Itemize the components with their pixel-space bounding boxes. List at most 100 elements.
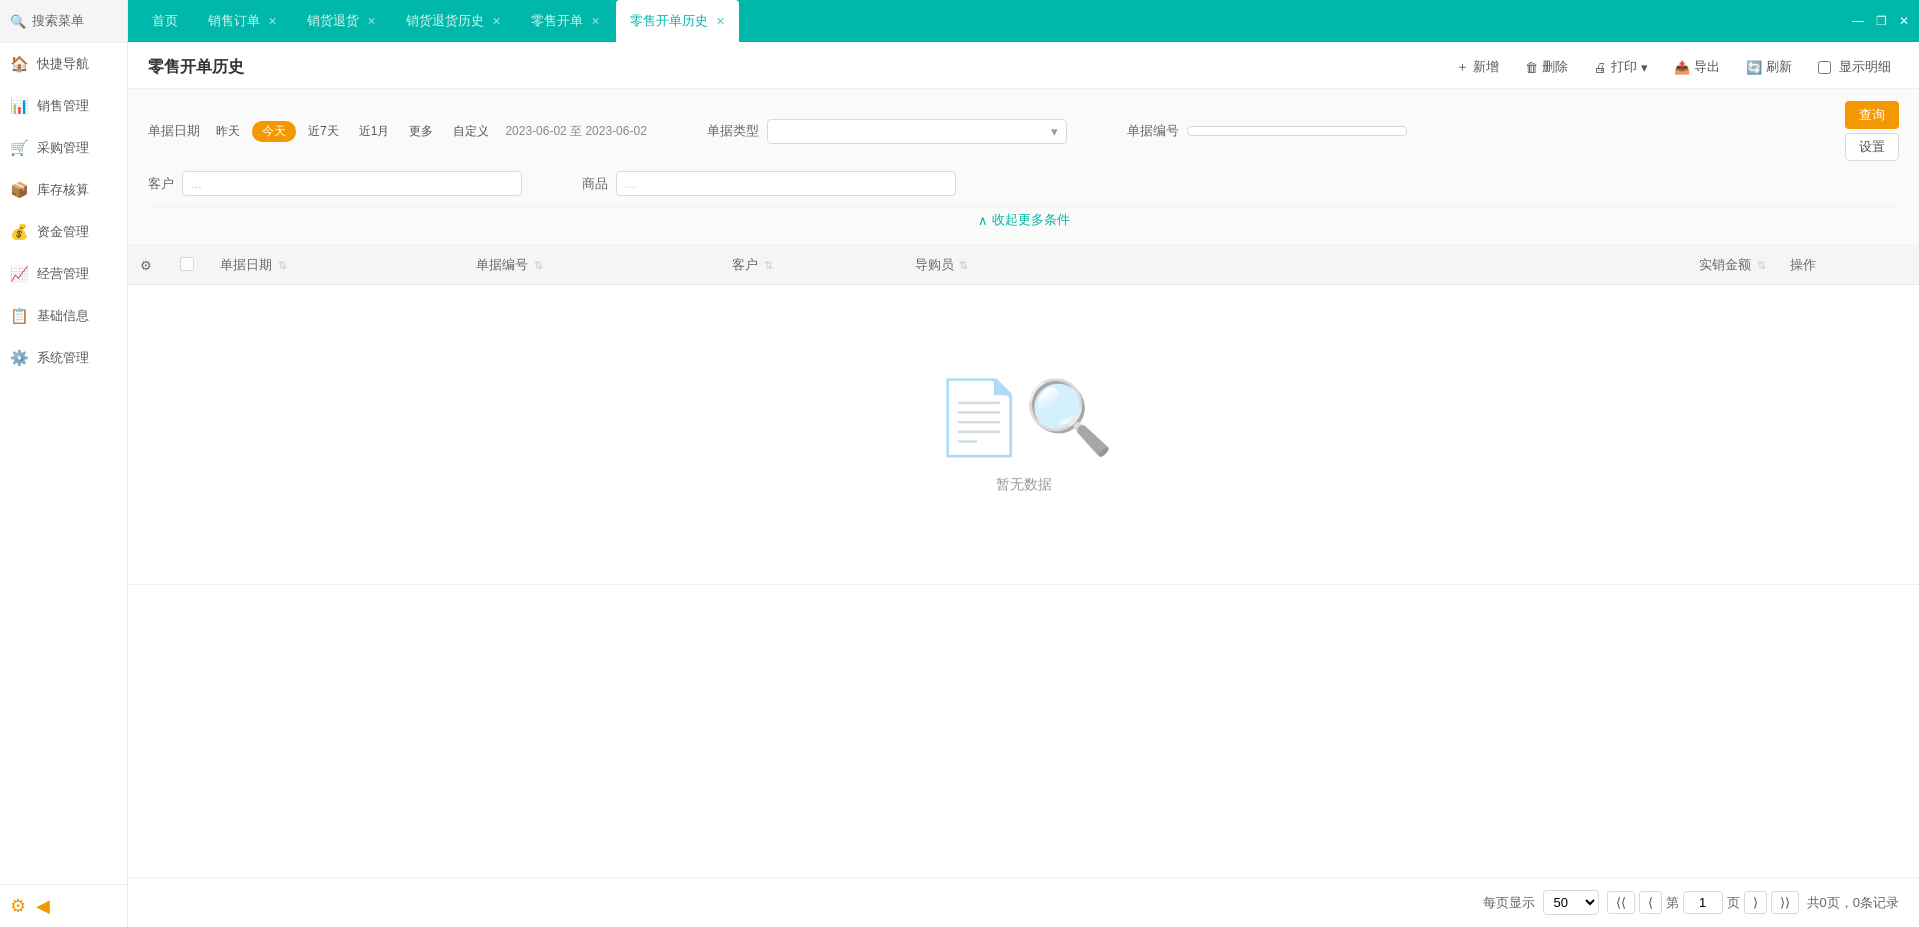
page-prefix-label: 第 bbox=[1666, 894, 1679, 912]
tab-retail-history[interactable]: 零售开单历史 ✕ bbox=[616, 0, 739, 42]
empty-state: 📄🔍 暂无数据 bbox=[140, 295, 1907, 574]
sidebar-item-system[interactable]: ⚙️ 系统管理 bbox=[0, 337, 127, 379]
sort-guide-icon[interactable]: ⇅ bbox=[959, 259, 968, 271]
page-suffix-label: 页 bbox=[1727, 894, 1740, 912]
sort-actual-amount-icon[interactable]: ⇅ bbox=[1757, 259, 1766, 271]
collapse-more-button[interactable]: ∧ 收起更多条件 bbox=[978, 211, 1070, 229]
settings-button[interactable]: 设置 bbox=[1845, 133, 1899, 161]
date-btn-today[interactable]: 今天 bbox=[252, 121, 296, 142]
sidebar: 🔍 搜索菜单 🏠 快捷导航 📊 销售管理 🛒 采购管理 📦 库存核算 💰 资金管… bbox=[0, 0, 128, 927]
date-filter: 单据日期 昨天 今天 近7天 近1月 更多 自定义 2023-06-02 至 2… bbox=[148, 121, 647, 142]
tab-retail-open-label: 零售开单 bbox=[531, 12, 583, 30]
export-label: 导出 bbox=[1694, 58, 1720, 76]
minimize-button[interactable]: — bbox=[1852, 14, 1864, 28]
sort-date-icon[interactable]: ⇅ bbox=[278, 259, 287, 271]
add-button[interactable]: ＋ 新增 bbox=[1448, 54, 1507, 80]
tab-retail-open-close[interactable]: ✕ bbox=[591, 15, 600, 28]
th-operation: 操作 bbox=[1778, 246, 1919, 285]
first-page-button[interactable]: ⟨⟨ bbox=[1607, 891, 1635, 914]
page-header: 零售开单历史 ＋ 新增 🗑 删除 🖨 打印 ▾ 📤 导出 bbox=[128, 42, 1919, 89]
next-page-button[interactable]: ⟩ bbox=[1744, 891, 1767, 914]
tab-home[interactable]: 首页 bbox=[138, 0, 192, 42]
tab-sales-return-close[interactable]: ✕ bbox=[367, 15, 376, 28]
print-dropdown-icon[interactable]: ▾ bbox=[1641, 60, 1648, 75]
restore-button[interactable]: ❐ bbox=[1876, 14, 1887, 28]
header-actions: ＋ 新增 🗑 删除 🖨 打印 ▾ 📤 导出 🔄 bbox=[1448, 54, 1899, 80]
sales-icon: 📊 bbox=[10, 97, 29, 115]
collapse-sidebar-button[interactable]: ◀ bbox=[36, 895, 50, 917]
th-actual-amount-label: 实销金额 bbox=[1699, 257, 1751, 272]
table-header: ⚙ 单据日期 ⇅ 单据编号 ⇅ bbox=[128, 246, 1919, 285]
th-date: 单据日期 ⇅ bbox=[208, 246, 464, 285]
sidebar-item-sales-mgmt[interactable]: 📊 销售管理 bbox=[0, 85, 127, 127]
th-actual-amount: 实销金额 ⇅ bbox=[1522, 246, 1778, 285]
per-page-select[interactable]: 50 10 20 100 bbox=[1543, 890, 1599, 915]
tab-sales-order[interactable]: 销售订单 ✕ bbox=[194, 0, 291, 42]
sidebar-item-label: 库存核算 bbox=[37, 181, 89, 199]
order-no-input[interactable] bbox=[1187, 126, 1407, 136]
empty-state-row: 📄🔍 暂无数据 bbox=[128, 285, 1919, 585]
sidebar-item-operations[interactable]: 📈 经营管理 bbox=[0, 253, 127, 295]
order-type-select[interactable]: ▾ bbox=[767, 119, 1067, 144]
delete-label: 删除 bbox=[1542, 58, 1568, 76]
filter-row-1: 单据日期 昨天 今天 近7天 近1月 更多 自定义 2023-06-02 至 2… bbox=[148, 101, 1899, 161]
product-input[interactable]: ... bbox=[616, 171, 956, 196]
refresh-icon: 🔄 bbox=[1746, 60, 1762, 75]
tab-home-label: 首页 bbox=[152, 12, 178, 30]
customer-label: 客户 bbox=[148, 175, 174, 193]
date-btn-yesterday[interactable]: 昨天 bbox=[208, 121, 248, 142]
content-area: 零售开单历史 ＋ 新增 🗑 删除 🖨 打印 ▾ 📤 导出 bbox=[128, 42, 1919, 927]
query-button[interactable]: 查询 bbox=[1845, 101, 1899, 129]
th-settings: ⚙ bbox=[128, 246, 168, 285]
last-page-button[interactable]: ⟩⟩ bbox=[1771, 891, 1799, 914]
tab-sales-return-history[interactable]: 销货退货历史 ✕ bbox=[392, 0, 515, 42]
date-btn-more[interactable]: 更多 bbox=[401, 121, 441, 142]
date-btn-last7[interactable]: 近7天 bbox=[300, 121, 347, 142]
sidebar-item-label: 经营管理 bbox=[37, 265, 89, 283]
table-settings-icon[interactable]: ⚙ bbox=[140, 258, 152, 273]
collapse-row: ∧ 收起更多条件 bbox=[148, 206, 1899, 233]
th-order-no-label: 单据编号 bbox=[476, 257, 528, 272]
sort-order-no-icon[interactable]: ⇅ bbox=[534, 259, 543, 271]
tab-sales-return[interactable]: 销货退货 ✕ bbox=[293, 0, 390, 42]
print-button[interactable]: 🖨 打印 ▾ bbox=[1586, 54, 1656, 80]
display-detail-toggle[interactable]: 显示明细 bbox=[1810, 54, 1899, 80]
close-button[interactable]: ✕ bbox=[1899, 14, 1909, 28]
delete-button[interactable]: 🗑 删除 bbox=[1517, 54, 1576, 80]
date-shortcuts: 昨天 今天 近7天 近1月 更多 自定义 bbox=[208, 121, 497, 142]
sidebar-item-basic-info[interactable]: 📋 基础信息 bbox=[0, 295, 127, 337]
settings-bottom-button[interactable]: ⚙ bbox=[10, 895, 26, 917]
th-customer: 客户 ⇅ bbox=[720, 246, 903, 285]
refresh-button[interactable]: 🔄 刷新 bbox=[1738, 54, 1800, 80]
page-title: 零售开单历史 bbox=[148, 57, 244, 78]
date-btn-last-month[interactable]: 近1月 bbox=[351, 121, 398, 142]
customer-input[interactable]: ... bbox=[182, 171, 522, 196]
sort-customer-icon[interactable]: ⇅ bbox=[764, 259, 773, 271]
main-area: 首页 销售订单 ✕ 销货退货 ✕ 销货退货历史 ✕ 零售开单 ✕ 零售开单历史 … bbox=[128, 0, 1919, 927]
export-button[interactable]: 📤 导出 bbox=[1666, 54, 1728, 80]
sidebar-search-label: 搜索菜单 bbox=[32, 12, 84, 30]
sidebar-item-finance[interactable]: 💰 资金管理 bbox=[0, 211, 127, 253]
prev-page-button[interactable]: ⟨ bbox=[1639, 891, 1662, 914]
date-label: 单据日期 bbox=[148, 122, 200, 140]
sidebar-search[interactable]: 🔍 搜索菜单 bbox=[0, 0, 127, 43]
sidebar-item-label: 资金管理 bbox=[37, 223, 89, 241]
display-detail-checkbox[interactable] bbox=[1818, 61, 1831, 74]
data-table: ⚙ 单据日期 ⇅ 单据编号 ⇅ bbox=[128, 246, 1919, 585]
sidebar-item-inventory[interactable]: 📦 库存核算 bbox=[0, 169, 127, 211]
date-btn-custom[interactable]: 自定义 bbox=[445, 121, 497, 142]
tab-retail-history-close[interactable]: ✕ bbox=[716, 15, 725, 28]
tab-sales-return-history-close[interactable]: ✕ bbox=[492, 15, 501, 28]
per-page-label: 每页显示 bbox=[1483, 894, 1535, 912]
order-type-label: 单据类型 bbox=[707, 122, 759, 140]
page-number-input[interactable] bbox=[1683, 891, 1723, 914]
add-label: 新增 bbox=[1473, 58, 1499, 76]
table-header-row: ⚙ 单据日期 ⇅ 单据编号 ⇅ bbox=[128, 246, 1919, 285]
sidebar-item-label: 基础信息 bbox=[37, 307, 89, 325]
table-body: 📄🔍 暂无数据 bbox=[128, 285, 1919, 585]
tab-retail-open[interactable]: 零售开单 ✕ bbox=[517, 0, 614, 42]
sidebar-item-purchase-mgmt[interactable]: 🛒 采购管理 bbox=[0, 127, 127, 169]
tab-sales-order-close[interactable]: ✕ bbox=[268, 15, 277, 28]
sidebar-item-quick-nav[interactable]: 🏠 快捷导航 bbox=[0, 43, 127, 85]
select-all-checkbox[interactable] bbox=[180, 257, 194, 271]
